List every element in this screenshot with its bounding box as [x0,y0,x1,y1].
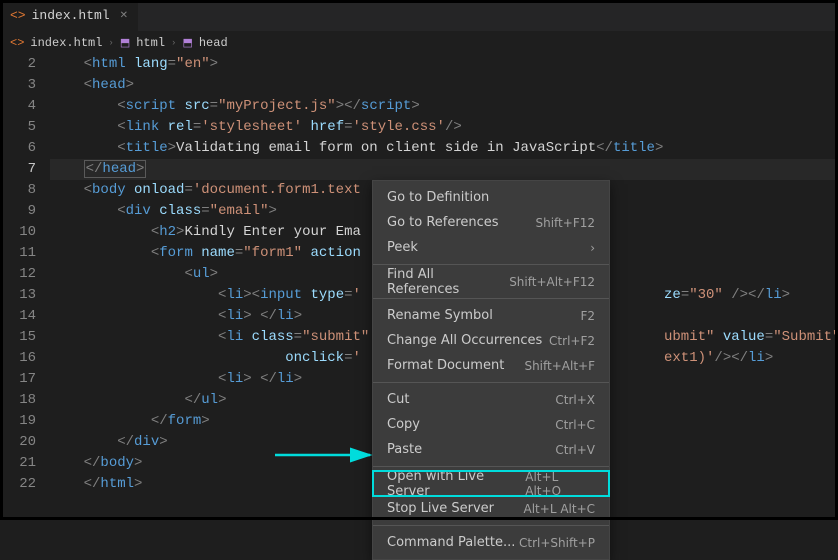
html-file-icon: <> [10,36,24,50]
tab-index-html[interactable]: <> index.html ✕ [0,0,138,31]
html-file-icon: <> [10,8,26,23]
code-line[interactable]: </head> [50,159,838,180]
menu-item-go-to-references[interactable]: Go to ReferencesShift+F12 [373,210,609,235]
menu-item-copy[interactable]: CopyCtrl+C [373,412,609,437]
code-line[interactable]: <html lang="en"> [50,54,838,75]
breadcrumb-item[interactable]: head [199,36,228,50]
symbol-icon: ⬒ [120,36,130,50]
menu-item-paste[interactable]: PasteCtrl+V [373,437,609,462]
tab-label: index.html [32,8,110,23]
chevron-right-icon: › [171,38,176,48]
menu-item-stop-live-server[interactable]: Stop Live ServerAlt+L Alt+C [373,496,609,521]
breadcrumb-item[interactable]: html [136,36,165,50]
tab-bar: <> index.html ✕ [0,0,838,32]
context-menu: Go to DefinitionGo to ReferencesShift+F1… [372,180,610,560]
menu-item-open-with-live-server[interactable]: Open with Live ServerAlt+L Alt+O [373,471,609,496]
menu-item-cut[interactable]: CutCtrl+X [373,387,609,412]
menu-item-command-palette-[interactable]: Command Palette...Ctrl+Shift+P [373,530,609,555]
menu-item-peek[interactable]: Peek› [373,235,609,260]
menu-item-find-all-references[interactable]: Find All ReferencesShift+Alt+F12 [373,269,609,294]
close-icon[interactable]: ✕ [120,10,128,22]
code-line[interactable]: <script src="myProject.js"></script> [50,96,838,117]
annotation-arrow [275,440,385,470]
breadcrumb-file[interactable]: index.html [30,36,102,50]
code-line[interactable]: <head> [50,75,838,96]
line-gutter: 2345678910111213141516171819202122 [0,54,50,520]
code-line[interactable]: <title>Validating email form on client s… [50,138,838,159]
symbol-icon: ⬒ [182,36,192,50]
menu-item-change-all-occurrences[interactable]: Change All OccurrencesCtrl+F2 [373,328,609,353]
menu-item-format-document[interactable]: Format DocumentShift+Alt+F [373,353,609,378]
chevron-right-icon: › [108,38,113,48]
breadcrumb: <> index.html › ⬒ html › ⬒ head [0,32,838,54]
menu-item-rename-symbol[interactable]: Rename SymbolF2 [373,303,609,328]
menu-item-go-to-definition[interactable]: Go to Definition [373,185,609,210]
code-line[interactable]: <link rel='stylesheet' href='style.css'/… [50,117,838,138]
